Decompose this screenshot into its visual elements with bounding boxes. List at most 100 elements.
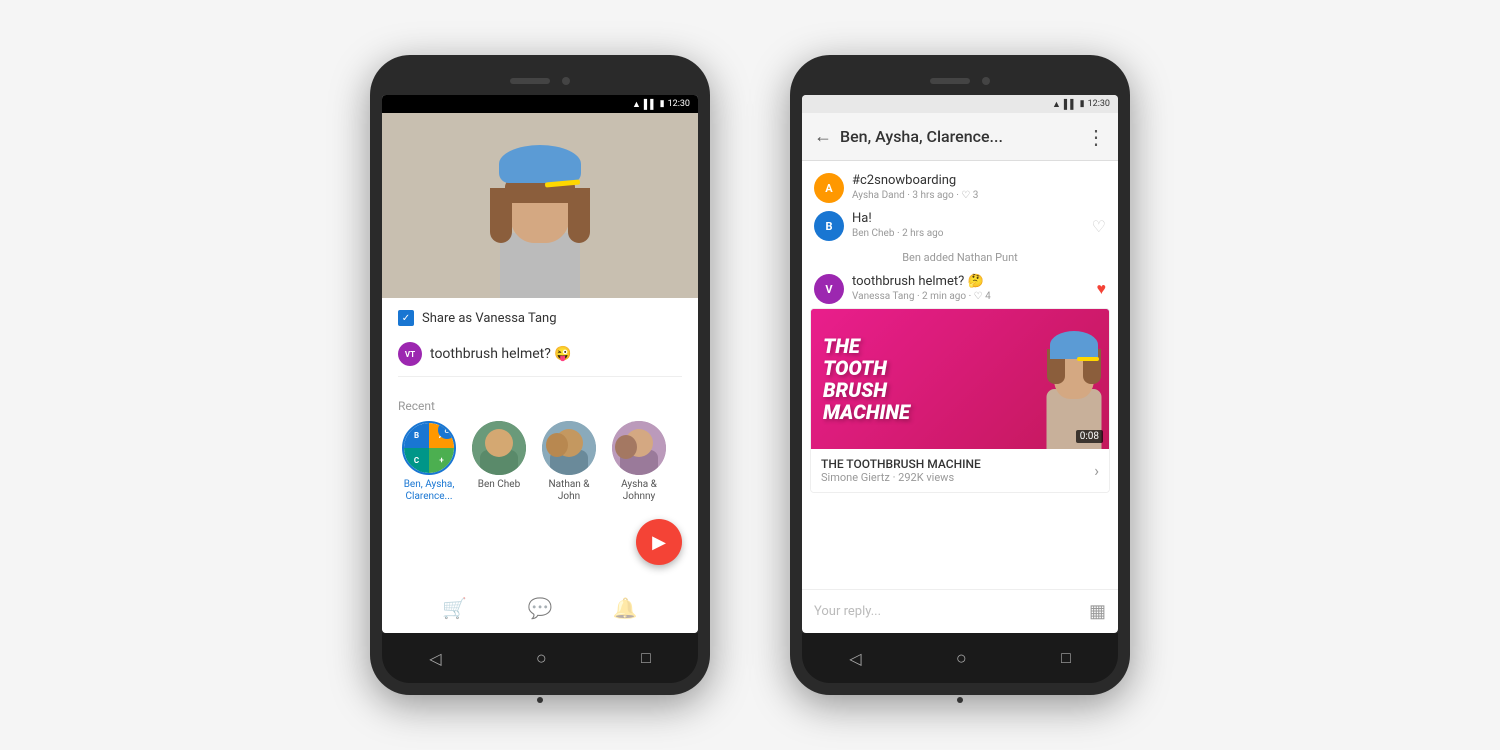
back-nav-button[interactable]: ◁ bbox=[429, 649, 441, 668]
likes-sep-vanessa: · ♡ bbox=[969, 291, 986, 302]
recent-name-group: Ben, Aysha, Clarence... bbox=[398, 479, 460, 503]
video-duration: 0:08 bbox=[1076, 430, 1103, 443]
av-cell-1: B bbox=[404, 423, 429, 448]
video-card[interactable]: THE TOOTH BRUSH MACHINE 0:08 THE TOOTHBR… bbox=[810, 308, 1110, 493]
message-meta-vanessa: Vanessa Tang · 2 min ago · ♡ 4 bbox=[852, 291, 1089, 302]
avatar-ben: B bbox=[814, 211, 844, 241]
phone-speaker bbox=[510, 78, 550, 84]
recent-item-aysha[interactable]: Aysha & Johnny bbox=[608, 421, 670, 503]
time-display-2: 12:30 bbox=[1088, 99, 1110, 109]
status-icons: ▲ ▌▌ ▮ 12:30 bbox=[632, 99, 690, 110]
video-thumbnail-area bbox=[382, 113, 698, 298]
message-row: VT toothbrush helmet? 😜 bbox=[398, 336, 682, 377]
status-icons-2: ▲ ▌▌ ▮ 12:30 bbox=[1052, 99, 1110, 110]
battery-icon: ▮ bbox=[660, 99, 665, 109]
recent-name-ben: Ben Cheb bbox=[478, 479, 520, 491]
heart-ben[interactable]: ♡ bbox=[1092, 217, 1106, 236]
message-ben: B Ha! Ben Cheb · 2 hrs ago ♡ bbox=[802, 207, 1118, 245]
sender-aysha: Aysha Dand bbox=[852, 190, 905, 201]
phone-1-bottom-nav: ◁ ○ □ bbox=[382, 633, 698, 683]
recent-item-stacy[interactable]: Stacy Alejane... bbox=[678, 421, 682, 503]
message-meta-ben: Ben Cheb · 2 hrs ago bbox=[852, 228, 1084, 239]
time-val-aysha: 3 hrs ago bbox=[912, 190, 953, 201]
attach-icon[interactable]: ▦ bbox=[1089, 601, 1106, 622]
message-text-vanessa: toothbrush helmet? 🤔 bbox=[852, 274, 1089, 289]
message-vanessa: V toothbrush helmet? 🤔 Vanessa Tang · 2 … bbox=[802, 270, 1118, 308]
more-button[interactable]: ⋮ bbox=[1086, 125, 1106, 149]
phone-dot bbox=[537, 697, 543, 703]
video-info: THE TOOTHBRUSH MACHINE Simone Giertz · 2… bbox=[811, 449, 1109, 492]
recent-item-nathan[interactable]: Nathan & John bbox=[538, 421, 600, 503]
scene: ▲ ▌▌ ▮ 12:30 bbox=[0, 0, 1500, 750]
chat-messages: A #c2snowboarding Aysha Dand · 3 hrs ago… bbox=[802, 161, 1118, 589]
chat-header: ← Ben, Aysha, Clarence... ⋮ bbox=[802, 113, 1118, 161]
sender-vanessa: Vanessa Tang bbox=[852, 291, 914, 302]
heart-vanessa[interactable]: ♥ bbox=[1097, 279, 1107, 299]
sender-ben: Ben Cheb bbox=[852, 228, 894, 239]
notification-icon: 🔔 bbox=[613, 596, 638, 620]
video-title-overlay: THE TOOTH BRUSH MACHINE bbox=[823, 335, 910, 423]
video-views: 292K views bbox=[898, 471, 954, 484]
chevron-right-icon: › bbox=[1094, 461, 1099, 480]
phone-2-dot bbox=[957, 697, 963, 703]
video-info-title: THE TOOTHBRUSH MACHINE bbox=[821, 457, 1094, 471]
recent-item-group[interactable]: B A C + 8 Ben, Aysha, Clarence... bbox=[398, 421, 460, 503]
share-dialog: ✓ Share as Vanessa Tang VT toothbrush he… bbox=[382, 298, 698, 389]
recent-label: Recent bbox=[398, 399, 682, 413]
recent-avatars-list: B A C + 8 Ben, Aysha, Clarence... bbox=[398, 421, 682, 503]
video-channel: Simone Giertz bbox=[821, 471, 890, 484]
back-nav-button-2[interactable]: ◁ bbox=[849, 649, 861, 668]
home-nav-button[interactable]: ○ bbox=[536, 648, 547, 669]
message-text-ben: Ha! bbox=[852, 211, 1084, 226]
video-title-line2: TOOTH bbox=[823, 357, 910, 379]
message-content-aysha: #c2snowboarding Aysha Dand · 3 hrs ago ·… bbox=[852, 173, 1106, 201]
reply-bar: Your reply... ▦ bbox=[802, 589, 1118, 633]
time-val-ben: 2 hrs ago bbox=[902, 228, 943, 239]
avatar-badge: 8 bbox=[438, 421, 456, 439]
battery-icon-2: ▮ bbox=[1080, 99, 1085, 109]
home-nav-button-2[interactable]: ○ bbox=[956, 648, 967, 669]
reply-input[interactable]: Your reply... bbox=[814, 604, 1089, 619]
chat-icon: 💬 bbox=[528, 596, 553, 620]
recent-avatar-ben bbox=[472, 421, 526, 475]
share-as-text: Share as Vanessa Tang bbox=[422, 311, 557, 326]
avatar-aysha: A bbox=[814, 173, 844, 203]
recents-nav-button-2[interactable]: □ bbox=[1061, 648, 1071, 668]
message-text-aysha: #c2snowboarding bbox=[852, 173, 1106, 188]
recent-avatar-group: B A C + 8 bbox=[402, 421, 456, 475]
recent-item-ben[interactable]: Ben Cheb bbox=[468, 421, 530, 503]
share-checkbox[interactable]: ✓ bbox=[398, 310, 414, 326]
video-title-line1: THE bbox=[823, 335, 910, 357]
video-thumbnail: THE TOOTH BRUSH MACHINE 0:08 bbox=[811, 309, 1109, 449]
phone-2: ▲ ▌▌ ▮ 12:30 ← Ben, Aysha, Clarence... ⋮… bbox=[790, 55, 1130, 695]
send-fab[interactable]: ▶ bbox=[636, 519, 682, 565]
fade-nav-area: 🛒 💬 🔔 bbox=[382, 583, 698, 633]
video-info-text: THE TOOTHBRUSH MACHINE Simone Giertz · 2… bbox=[821, 457, 1094, 484]
recent-name-stacy: Stacy Alejane... bbox=[678, 479, 682, 503]
message-content-vanessa: toothbrush helmet? 🤔 Vanessa Tang · 2 mi… bbox=[852, 274, 1089, 302]
share-as-row: ✓ Share as Vanessa Tang bbox=[398, 310, 682, 326]
recent-avatar-nathan bbox=[542, 421, 596, 475]
signal-icon: ▌▌ bbox=[644, 99, 657, 110]
video-title-line3: BRUSH bbox=[823, 379, 910, 401]
cart-icon: 🛒 bbox=[442, 596, 467, 620]
time-val-vanessa: 2 min ago bbox=[922, 291, 966, 302]
recent-avatar-aysha bbox=[612, 421, 666, 475]
status-bar-2: ▲ ▌▌ ▮ 12:30 bbox=[802, 95, 1118, 113]
avatar-vanessa: V bbox=[814, 274, 844, 304]
likes-count-vanessa: 4 bbox=[985, 291, 991, 302]
signal-icon-2: ▌▌ bbox=[1064, 99, 1077, 110]
likes-aysha: · ♡ bbox=[956, 190, 973, 201]
message-meta-aysha: Aysha Dand · 3 hrs ago · ♡ 3 bbox=[852, 190, 1106, 201]
likes-count-aysha: 3 bbox=[973, 190, 979, 201]
chat-title: Ben, Aysha, Clarence... bbox=[840, 127, 1078, 146]
back-button[interactable]: ← bbox=[814, 126, 832, 147]
message-aysha: A #c2snowboarding Aysha Dand · 3 hrs ago… bbox=[802, 169, 1118, 207]
system-message: Ben added Nathan Punt bbox=[802, 245, 1118, 270]
recent-name-nathan: Nathan & John bbox=[538, 479, 600, 503]
video-title-line4: MACHINE bbox=[823, 401, 910, 423]
wifi-icon: ▲ bbox=[632, 99, 641, 110]
recents-nav-button[interactable]: □ bbox=[641, 648, 651, 668]
phone-2-camera bbox=[982, 77, 990, 85]
recent-name-aysha: Aysha & Johnny bbox=[608, 479, 670, 503]
